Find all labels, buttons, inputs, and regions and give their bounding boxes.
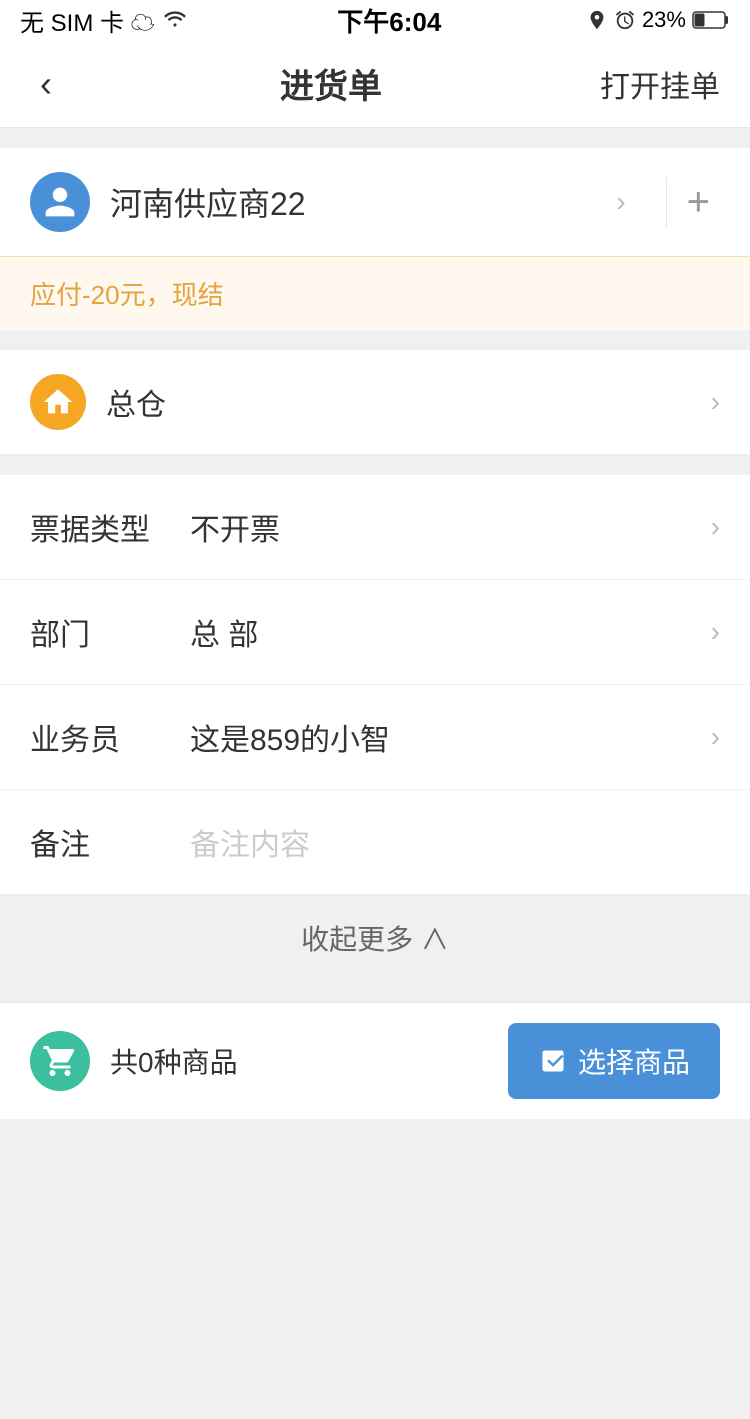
supplier-name: 河南供应商22 bbox=[110, 179, 306, 225]
wifi-icon bbox=[163, 9, 193, 31]
invoice-type-chevron-icon: › bbox=[711, 511, 720, 543]
section-gap-4 bbox=[0, 982, 750, 1002]
nav-bar: ‹ 进货单 打开挂单 bbox=[0, 40, 750, 128]
remark-label: 备注 bbox=[30, 820, 190, 864]
add-supplier-button[interactable]: + bbox=[677, 180, 720, 225]
warehouse-name: 总仓 bbox=[106, 380, 711, 424]
section-gap-1 bbox=[0, 128, 750, 148]
battery-icon bbox=[692, 10, 730, 30]
back-button[interactable]: ‹ bbox=[30, 53, 62, 115]
section-gap-3 bbox=[0, 455, 750, 475]
warehouse-icon bbox=[41, 385, 75, 419]
supplier-row[interactable]: 河南供应商22 › + bbox=[0, 148, 750, 256]
location-icon bbox=[586, 9, 608, 31]
warehouse-icon-wrap bbox=[30, 374, 86, 430]
select-product-icon bbox=[538, 1047, 568, 1075]
divider bbox=[666, 177, 667, 227]
supplier-chevron-icon: › bbox=[616, 186, 625, 218]
warehouse-chevron-icon: › bbox=[711, 386, 720, 418]
background-fill bbox=[0, 1119, 750, 1419]
select-product-label: 选择商品 bbox=[578, 1041, 690, 1081]
section-gap-2 bbox=[0, 330, 750, 350]
bottom-bar: 共0种商品 选择商品 bbox=[0, 1002, 750, 1119]
collapse-text: 收起更多 ∧ bbox=[301, 924, 449, 955]
product-icon-wrap bbox=[30, 1031, 90, 1091]
product-count: 共0种商品 bbox=[110, 1041, 508, 1081]
department-chevron-icon: › bbox=[711, 616, 720, 648]
salesperson-label: 业务员 bbox=[30, 715, 190, 759]
notice-text: 应付-20元，现结 bbox=[30, 280, 224, 310]
notice-bar: 应付-20元，现结 bbox=[0, 256, 750, 330]
status-right: 23% bbox=[586, 7, 730, 33]
open-pending-button[interactable]: 打开挂单 bbox=[600, 62, 720, 106]
invoice-type-label: 票据类型 bbox=[30, 505, 190, 549]
warehouse-row[interactable]: 总仓 › bbox=[0, 350, 750, 455]
alarm-icon bbox=[614, 9, 636, 31]
invoice-type-row[interactable]: 票据类型 不开票 › bbox=[0, 475, 750, 580]
supplier-section: 河南供应商22 › + 应付-20元，现结 bbox=[0, 148, 750, 330]
collapse-row[interactable]: 收起更多 ∧ bbox=[0, 894, 750, 982]
cart-icon bbox=[42, 1043, 78, 1079]
remark-placeholder: 备注内容 bbox=[190, 820, 720, 864]
status-time: 下午6:04 bbox=[337, 2, 441, 39]
salesperson-chevron-icon: › bbox=[711, 721, 720, 753]
select-product-button[interactable]: 选择商品 bbox=[508, 1023, 720, 1099]
battery-percent: 23% bbox=[642, 7, 686, 33]
salesperson-row[interactable]: 业务员 这是859的小智 › bbox=[0, 685, 750, 790]
remark-row[interactable]: 备注 备注内容 bbox=[0, 790, 750, 894]
department-value: 总 部 bbox=[190, 610, 711, 654]
department-row[interactable]: 部门 总 部 › bbox=[0, 580, 750, 685]
department-label: 部门 bbox=[30, 610, 190, 654]
salesperson-value: 这是859的小智 bbox=[190, 715, 711, 759]
supplier-avatar bbox=[30, 172, 90, 232]
status-bar: 无 SIM 卡 ☁ 下午6:04 23% bbox=[0, 0, 750, 40]
invoice-type-value: 不开票 bbox=[190, 505, 711, 549]
sim-label: 无 SIM 卡 ☁ bbox=[20, 3, 155, 38]
status-left: 无 SIM 卡 ☁ bbox=[20, 3, 193, 38]
user-icon bbox=[42, 184, 78, 220]
form-section: 票据类型 不开票 › 部门 总 部 › 业务员 这是859的小智 › 备注 备注… bbox=[0, 475, 750, 894]
supplier-left: 河南供应商22 bbox=[30, 172, 616, 232]
page-title: 进货单 bbox=[280, 59, 382, 108]
